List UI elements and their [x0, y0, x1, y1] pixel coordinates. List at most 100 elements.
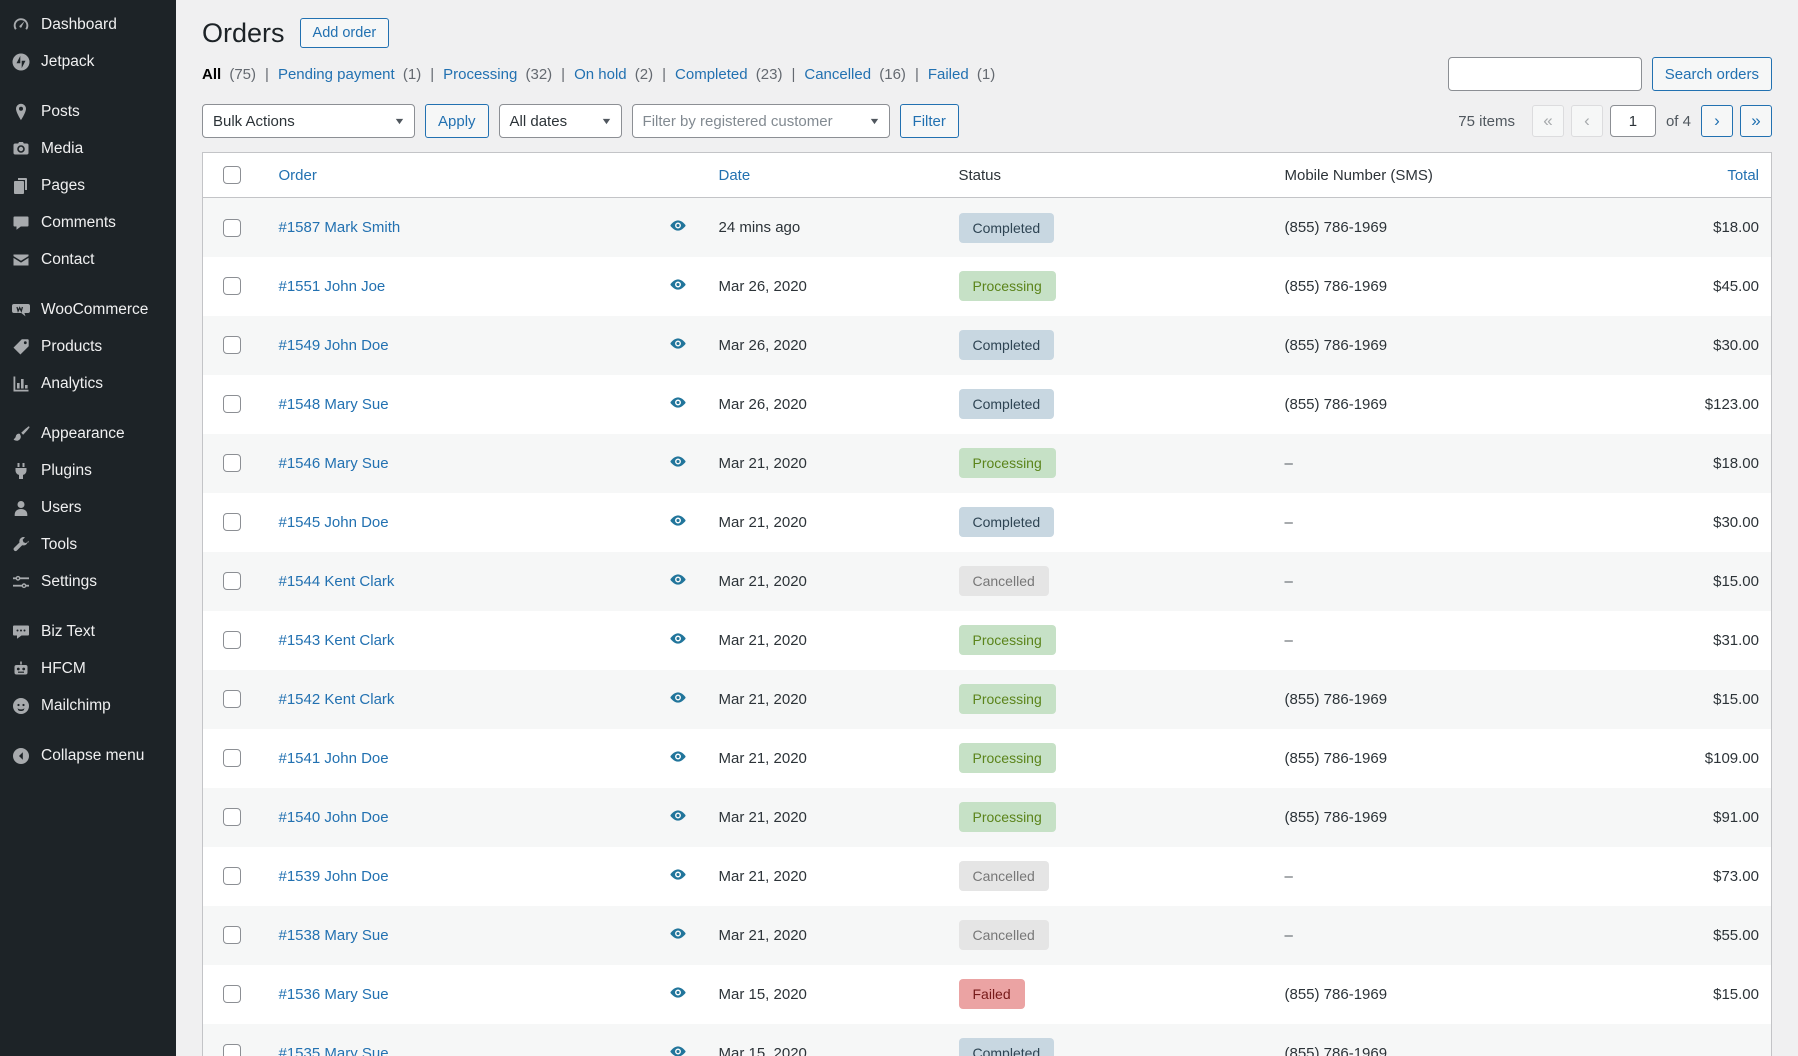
sidebar-item-contact[interactable]: Contact [0, 241, 176, 278]
order-link[interactable]: #1545 John Doe [279, 514, 389, 531]
sidebar-item-users[interactable]: Users [0, 489, 176, 526]
sidebar-item-woocommerce[interactable]: WooCommerce [0, 291, 176, 328]
bulk-actions-select[interactable]: Bulk Actions ▼ [202, 104, 415, 139]
preview-eye-icon[interactable] [667, 335, 689, 352]
preview-eye-icon[interactable] [667, 217, 689, 234]
sidebar-item-settings[interactable]: Settings [0, 563, 176, 600]
preview-eye-icon[interactable] [667, 276, 689, 293]
order-link[interactable]: #1539 John Doe [279, 868, 389, 885]
sidebar-item-pages[interactable]: Pages [0, 167, 176, 204]
date-filter-select[interactable]: All dates ▼ [498, 104, 622, 139]
sidebar-item-dashboard[interactable]: Dashboard [0, 6, 176, 43]
order-link[interactable]: #1551 John Joe [279, 278, 386, 295]
order-link[interactable]: #1546 Mary Sue [279, 455, 389, 472]
search-orders-button[interactable]: Search orders [1651, 57, 1772, 92]
row-checkbox[interactable] [223, 336, 241, 355]
sidebar-item-plugins[interactable]: Plugins [0, 452, 176, 489]
status-filter-link-on-hold[interactable]: On hold (2) [574, 66, 653, 83]
tag-icon [11, 337, 31, 357]
order-link[interactable]: #1536 Mary Sue [279, 986, 389, 1003]
preview-eye-icon[interactable] [667, 866, 689, 883]
row-checkbox[interactable] [223, 454, 241, 473]
row-checkbox[interactable] [223, 985, 241, 1004]
status-filter-link-completed[interactable]: Completed (23) [675, 66, 782, 83]
order-link[interactable]: #1542 Kent Clark [279, 691, 395, 708]
sidebar-item-mailchimp[interactable]: Mailchimp [0, 687, 176, 724]
last-page-button[interactable]: » [1740, 105, 1772, 138]
order-total: $30.00 [1713, 336, 1759, 354]
row-checkbox[interactable] [223, 395, 241, 414]
order-link[interactable]: #1538 Mary Sue [279, 927, 389, 944]
filter-button[interactable]: Filter [899, 104, 959, 139]
sidebar-item-appearance[interactable]: Appearance [0, 415, 176, 452]
order-date: Mar 15, 2020 [718, 1044, 807, 1056]
order-link[interactable]: #1541 John Doe [279, 750, 389, 767]
sidebar-item-label: Appearance [41, 424, 125, 442]
order-total: $18.00 [1713, 454, 1759, 472]
table-row: #1539 John Doe Mar 21, 2020 Cancelled – … [203, 847, 1772, 906]
sidebar-item-tools[interactable]: Tools [0, 526, 176, 563]
sidebar-item-comments[interactable]: Comments [0, 204, 176, 241]
column-order-sort-link[interactable]: Order [279, 167, 317, 184]
sidebar-item-collapse-menu[interactable]: Collapse menu [0, 737, 176, 774]
order-link[interactable]: #1535 Mary Sue [279, 1045, 389, 1056]
sidebar-item-hfcm[interactable]: HFCM [0, 650, 176, 687]
sidebar-item-media[interactable]: Media [0, 130, 176, 167]
preview-eye-icon[interactable] [667, 807, 689, 824]
next-page-button[interactable]: › [1701, 105, 1733, 138]
row-checkbox[interactable] [223, 218, 241, 237]
preview-eye-icon[interactable] [667, 925, 689, 942]
total-pages-label: of 4 [1665, 112, 1691, 130]
status-filter-link-all[interactable]: All (75) [202, 66, 256, 83]
order-link[interactable]: #1549 John Doe [279, 337, 389, 354]
row-checkbox[interactable] [223, 690, 241, 709]
preview-eye-icon[interactable] [667, 748, 689, 765]
sidebar-item-biz-text[interactable]: Biz Text [0, 613, 176, 650]
row-checkbox[interactable] [223, 926, 241, 945]
status-badge: Processing [958, 448, 1056, 479]
preview-eye-icon[interactable] [667, 394, 689, 411]
add-order-button[interactable]: Add order [299, 18, 390, 49]
sidebar-item-label: HFCM [41, 659, 86, 677]
sidebar-item-products[interactable]: Products [0, 328, 176, 365]
row-checkbox[interactable] [223, 749, 241, 768]
row-checkbox[interactable] [223, 1044, 241, 1056]
row-checkbox[interactable] [223, 808, 241, 827]
status-filter-link-processing[interactable]: Processing (32) [443, 66, 552, 83]
customer-filter-select[interactable]: Filter by registered customer ▼ [631, 104, 890, 139]
preview-eye-icon[interactable] [667, 512, 689, 529]
column-order: Order [266, 152, 655, 199]
status-filter-link-failed[interactable]: Failed (1) [928, 66, 995, 83]
sidebar-item-jetpack[interactable]: Jetpack [0, 43, 176, 80]
preview-eye-icon[interactable] [667, 1043, 689, 1056]
sidebar-item-posts[interactable]: Posts [0, 93, 176, 130]
row-checkbox[interactable] [223, 631, 241, 650]
row-checkbox[interactable] [223, 867, 241, 886]
sidebar-item-analytics[interactable]: Analytics [0, 365, 176, 402]
user-icon [11, 498, 31, 518]
column-date-sort-link[interactable]: Date [719, 167, 751, 184]
preview-eye-icon[interactable] [667, 571, 689, 588]
current-page-input[interactable] [1609, 105, 1656, 138]
status-filter-link-pending-payment[interactable]: Pending payment (1) [278, 66, 421, 83]
column-total-sort-link[interactable]: Total [1727, 167, 1759, 184]
order-link[interactable]: #1587 Mark Smith [279, 219, 401, 236]
apply-button[interactable]: Apply [425, 104, 489, 139]
preview-eye-icon[interactable] [667, 689, 689, 706]
search-input[interactable] [1447, 57, 1642, 92]
row-checkbox[interactable] [223, 572, 241, 591]
status-filter: Cancelled (16) [782, 66, 906, 83]
order-link[interactable]: #1548 Mary Sue [279, 396, 389, 413]
row-checkbox[interactable] [223, 277, 241, 296]
select-all-checkbox[interactable] [223, 166, 241, 185]
preview-eye-icon[interactable] [667, 453, 689, 470]
preview-eye-icon[interactable] [667, 630, 689, 647]
order-link[interactable]: #1540 John Doe [279, 809, 389, 826]
mobile-number: (855) 786-1969 [1284, 985, 1388, 1003]
order-link[interactable]: #1544 Kent Clark [279, 573, 395, 590]
order-link[interactable]: #1543 Kent Clark [279, 632, 395, 649]
status-filter-link-cancelled[interactable]: Cancelled (16) [804, 66, 906, 83]
order-date: Mar 15, 2020 [718, 985, 807, 1003]
preview-eye-icon[interactable] [667, 984, 689, 1001]
row-checkbox[interactable] [223, 513, 241, 532]
